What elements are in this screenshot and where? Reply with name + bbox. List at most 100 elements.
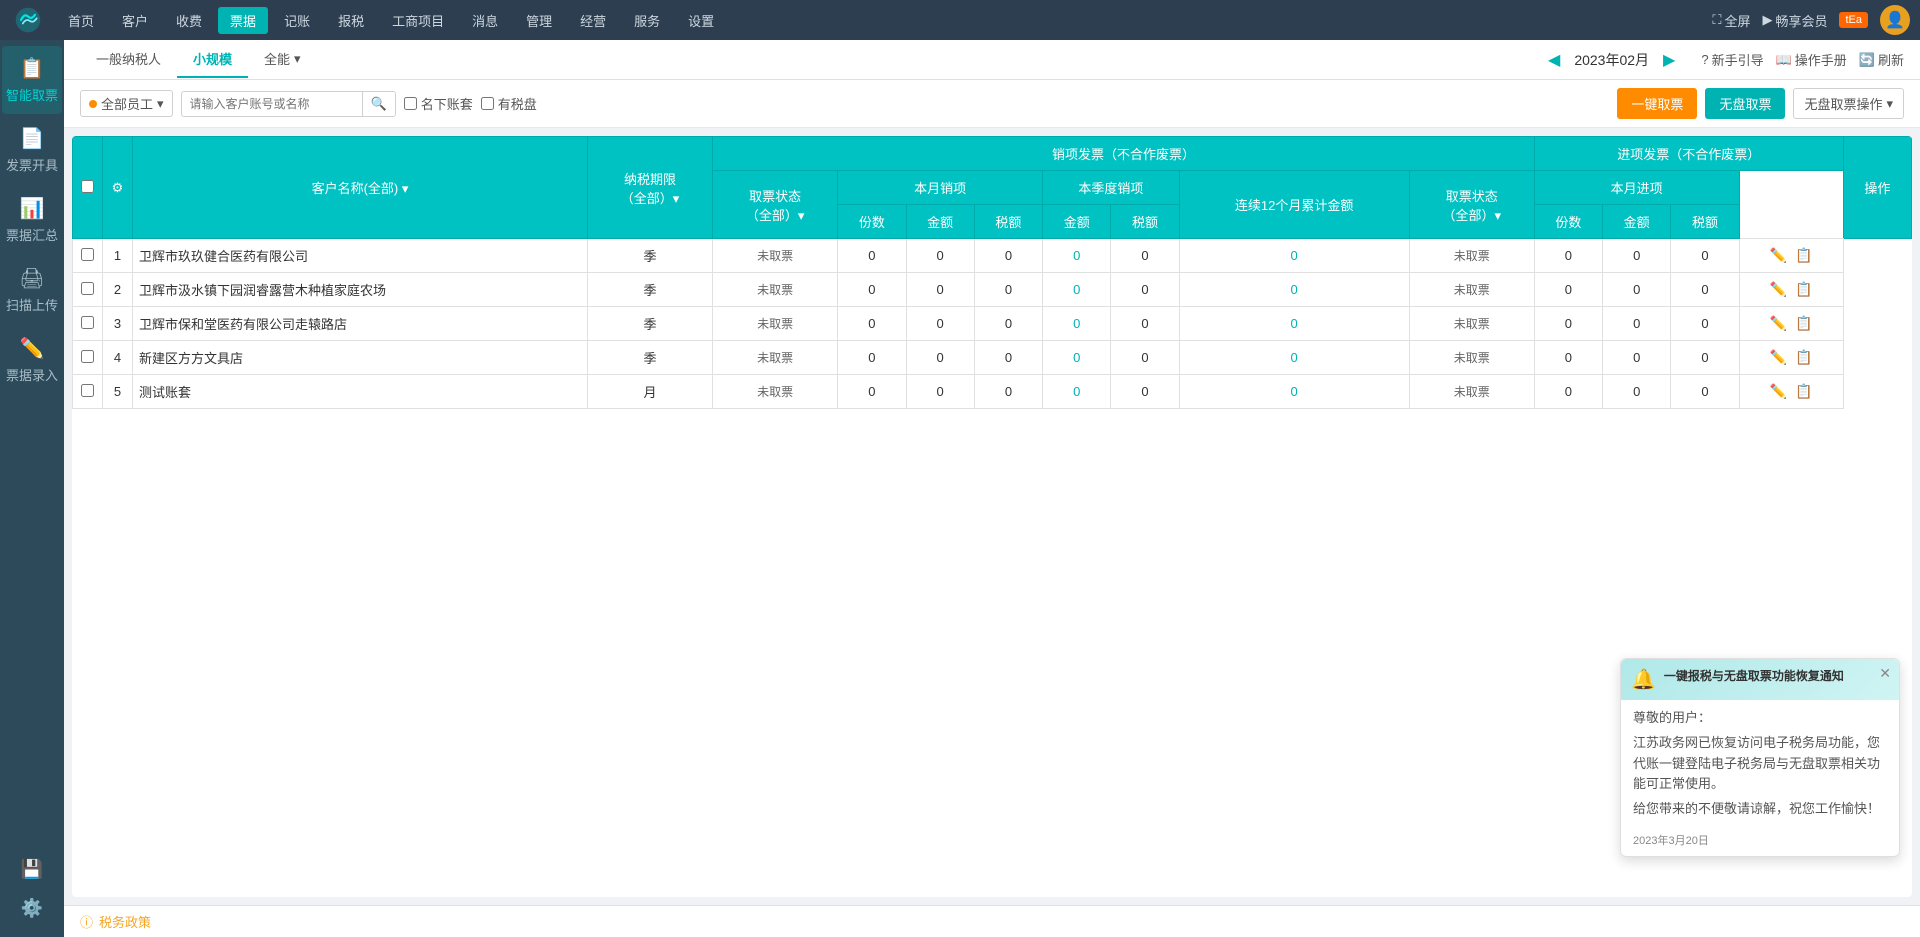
row-purchase-month-count-3: 0 [1534,341,1602,375]
tax-disk-filter[interactable]: 有税盘 [481,94,537,113]
no-disk-ticket-button[interactable]: 无盘取票 [1705,88,1785,119]
nav-menu: 首页 客户 收费 票据 记账 报税 工商项目 消息 管理 经营 服务 设置 [56,7,1712,34]
nav-business[interactable]: 工商项目 [380,7,456,34]
row-edit-button-1[interactable]: ✏️ [1768,281,1789,298]
row-sale-month-count-3: 0 [838,341,906,375]
row-sale-month-count-1: 0 [838,273,906,307]
row-detail-button-2[interactable]: 📋 [1793,315,1814,332]
row-sale-12month-1: 0 [1179,273,1409,307]
nav-client[interactable]: 客户 [110,7,160,34]
search-button[interactable]: 🔍 [362,92,395,116]
guide-link[interactable]: ? 新手引导 [1701,50,1763,69]
row-sale-quarter-amount-3: 0 [1043,341,1111,375]
sidebar-label-smart-ticket: 智能取票 [6,85,58,104]
nav-tax[interactable]: 报税 [326,7,376,34]
purchase-month-header: 本月进项 [1534,171,1739,205]
sale-12month-header: 连续12个月累计金额 [1179,171,1409,239]
nav-account[interactable]: 记账 [272,7,322,34]
employee-filter-chevron: ▾ [157,96,164,112]
select-all-checkbox[interactable] [81,180,94,193]
my-account-checkbox[interactable] [404,97,417,110]
refresh-link[interactable]: 🔄 刷新 [1859,50,1904,69]
nav-invoice[interactable]: 票据 [218,7,268,34]
row-name-1: 卫辉市汲水镇下园润睿露营木种植家庭农场 [133,273,588,307]
manual-link[interactable]: 📖 操作手册 [1776,50,1847,69]
row-detail-button-3[interactable]: 📋 [1793,349,1814,366]
row-edit-button-4[interactable]: ✏️ [1768,383,1789,400]
fullscreen-button[interactable]: ⛶ 全屏 [1712,11,1750,30]
period-navigation: ◀ 2023年02月 ▶ [1542,48,1681,72]
table-row: 4 新建区方方文具店 季 未取票 0 0 0 0 0 0 未取票 0 0 0 ✏… [73,341,1912,375]
prev-period-button[interactable]: ◀ [1542,48,1566,72]
employee-filter[interactable]: 全部员工 ▾ [80,90,173,117]
tax-disk-checkbox[interactable] [481,97,494,110]
notification-close-button[interactable]: ✕ [1879,665,1891,682]
my-account-filter[interactable]: 名下账套 [404,94,473,113]
row-select-4[interactable] [81,384,94,397]
scan-icon: 🖨 [19,266,44,291]
nav-message[interactable]: 消息 [460,7,510,34]
summary-icon: 📊 [20,196,45,221]
one-click-ticket-button[interactable]: 一键取票 [1617,88,1697,119]
tab-general-taxpayer[interactable]: 一般纳税人 [80,41,177,78]
row-sale-quarter-tax-3: 0 [1111,341,1179,375]
sidebar-item-invoice-open[interactable]: 📄 发票开具 [2,116,62,184]
no-disk-ops-button[interactable]: 无盘取票操作 ▾ [1793,88,1904,119]
purchase-month-amount-header: 金额 [1603,205,1671,239]
table-row: 1 卫辉市玖玖健合医药有限公司 季 未取票 0 0 0 0 0 0 未取票 0 … [73,239,1912,273]
row-detail-button-0[interactable]: 📋 [1793,247,1814,264]
row-sale-month-tax-1: 0 [974,273,1042,307]
period-display: 2023年02月 [1574,50,1649,70]
tea-badge[interactable]: tEa [1839,12,1868,28]
row-sale-month-amount-1: 0 [906,273,974,307]
sale-month-count-header: 份数 [838,205,906,239]
row-edit-button-2[interactable]: ✏️ [1768,315,1789,332]
row-detail-button-4[interactable]: 📋 [1793,383,1814,400]
notification-icon: 🔔 [1631,667,1656,692]
tax-policy-link[interactable]: 税务政策 [99,912,151,931]
row-sale-quarter-amount-2: 0 [1043,307,1111,341]
row-no-1: 2 [103,273,133,307]
sidebar-bottom-settings[interactable]: ⚙️ [2,890,62,927]
row-sale-quarter-amount-0: 0 [1043,239,1111,273]
customer-name-header: 客户名称(全部) ▾ [133,137,588,239]
row-actions-1: ✏️ 📋 [1739,273,1843,307]
sidebar-item-entry[interactable]: ✏️ 票据录入 [2,326,62,394]
row-select-1[interactable] [81,282,94,295]
row-no-0: 1 [103,239,133,273]
smart-ticket-icon: 📋 [20,56,45,81]
sidebar-item-smart-ticket[interactable]: 📋 智能取票 [2,46,62,114]
nav-fee[interactable]: 收费 [164,7,214,34]
nav-settings[interactable]: 设置 [676,7,726,34]
sidebar-bottom-save[interactable]: 💾 [2,851,62,888]
row-sale-month-amount-3: 0 [906,341,974,375]
row-select-2[interactable] [81,316,94,329]
next-period-button[interactable]: ▶ [1657,48,1681,72]
tab-all[interactable]: 全能 ▾ [248,41,317,78]
tab-small-scale[interactable]: 小规模 [177,41,248,78]
sale-invoice-group-header: 销项发票（不合作废票） [713,137,1535,171]
invoice-table: ⚙ 客户名称(全部) ▾ 纳税期限（全部）▾ 销项发票（不合作废票） 进项发票（… [72,136,1912,409]
row-checkbox-1 [73,273,103,307]
user-avatar[interactable]: 👤 [1880,5,1910,35]
row-purchase-month-tax-4: 0 [1671,375,1739,409]
sale-month-header: 本月销项 [838,171,1043,205]
row-select-3[interactable] [81,350,94,363]
sidebar-bottom: 💾 ⚙️ [2,851,62,937]
nav-home[interactable]: 首页 [56,7,106,34]
row-select-0[interactable] [81,248,94,261]
row-purchase-status-2: 未取票 [1409,307,1534,341]
nav-operate[interactable]: 经营 [568,7,618,34]
row-purchase-month-count-0: 0 [1534,239,1602,273]
nav-manage[interactable]: 管理 [514,7,564,34]
row-edit-button-3[interactable]: ✏️ [1768,349,1789,366]
invoice-open-icon: 📄 [20,126,45,151]
member-button[interactable]: ▶ 畅享会员 [1762,11,1827,30]
row-name-2: 卫辉市保和堂医药有限公司走辕路店 [133,307,588,341]
search-input[interactable] [182,93,362,115]
nav-service[interactable]: 服务 [622,7,672,34]
sidebar-item-scan-upload[interactable]: 🖨 扫描上传 [2,256,62,324]
sidebar-item-summary[interactable]: 📊 票据汇总 [2,186,62,254]
row-edit-button-0[interactable]: ✏️ [1768,247,1789,264]
row-detail-button-1[interactable]: 📋 [1793,281,1814,298]
